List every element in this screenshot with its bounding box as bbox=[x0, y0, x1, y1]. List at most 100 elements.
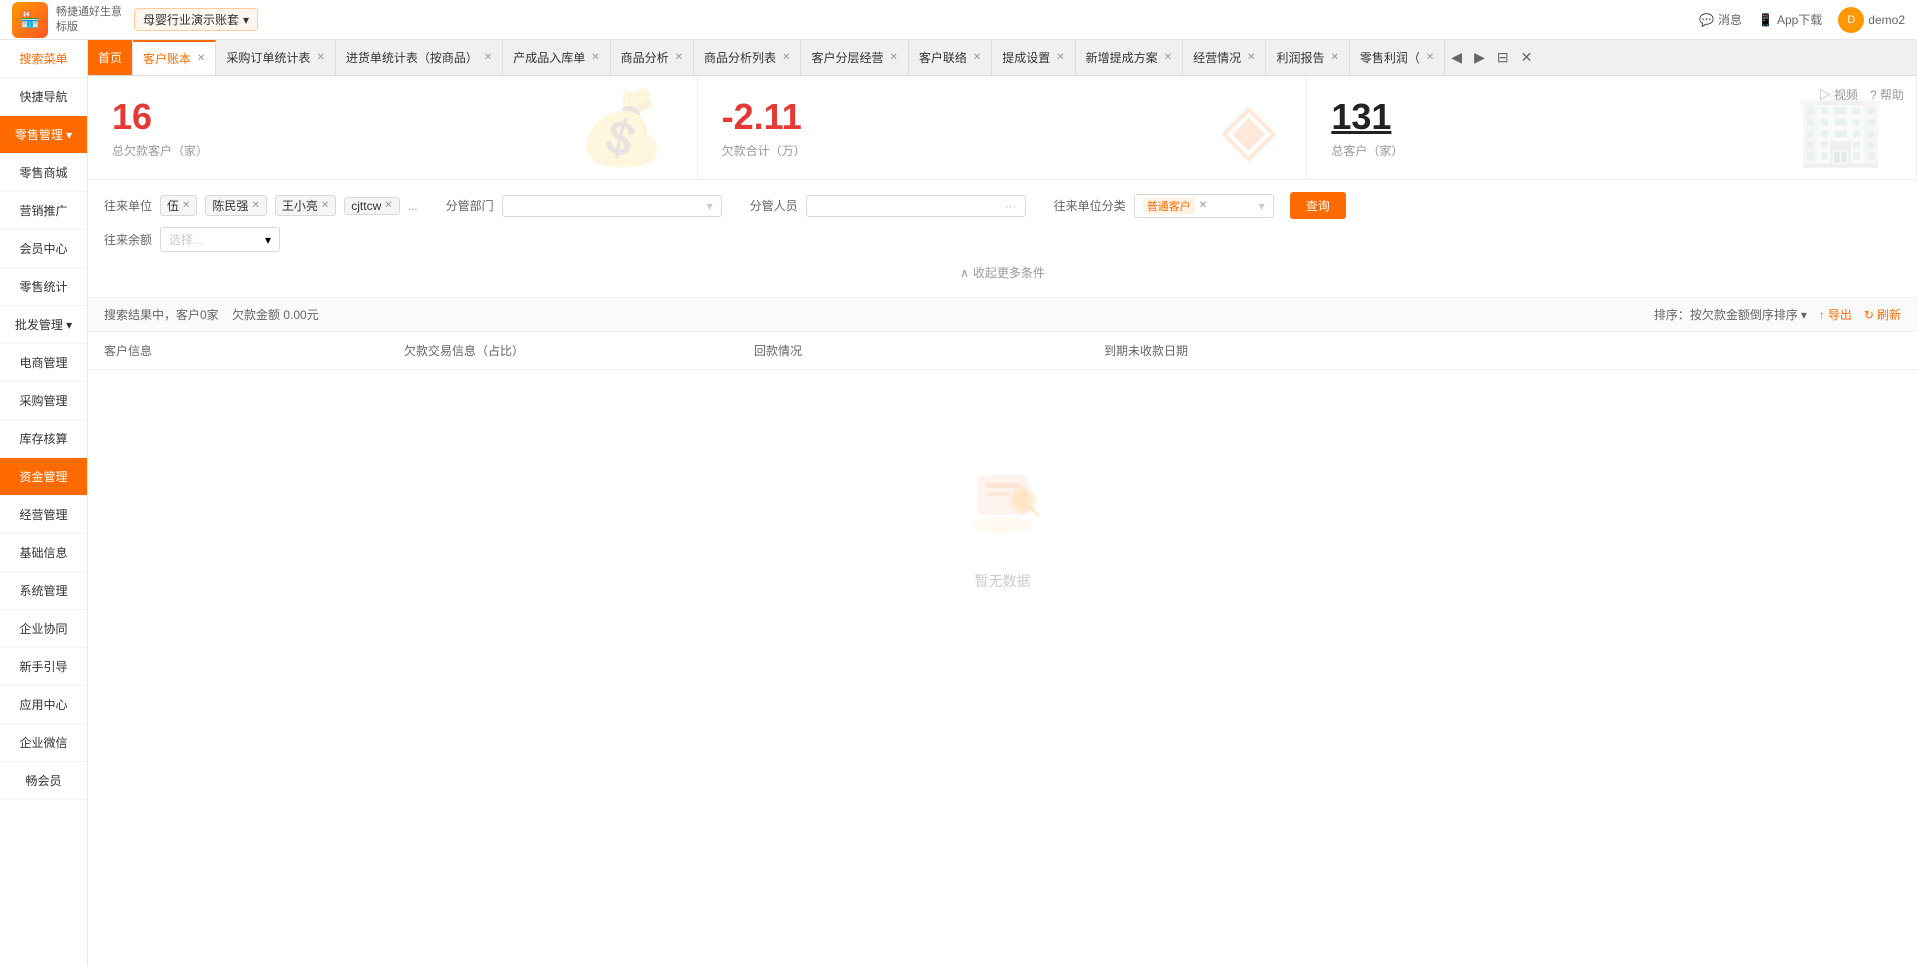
close-tab-purchase-order[interactable]: ✕ bbox=[316, 52, 324, 63]
tab-home[interactable]: 首页 bbox=[88, 40, 133, 76]
right-actions: 排序：按欠款金额倒序排序 ▾ ↑ 导出 ↻ 刷新 bbox=[1654, 306, 1901, 323]
sidebar-item-finance[interactable]: 资金管理 bbox=[0, 458, 87, 496]
filter-tag-cjttcw[interactable]: cjttcw ✕ bbox=[344, 197, 399, 215]
tab-new-commission[interactable]: 新增提成方案 ✕ bbox=[1076, 40, 1183, 76]
empty-icon bbox=[958, 450, 1048, 559]
tabs-menu-btn[interactable]: ⊟ bbox=[1491, 49, 1515, 66]
query-button[interactable]: 查询 bbox=[1290, 192, 1346, 219]
main-layout: 搜索菜单 快捷导航 零售管理 ▾ 零售商城 营销推广 会员中心 零售统计 批发管… bbox=[0, 40, 1917, 966]
sidebar-item-marketing[interactable]: 营销推广 bbox=[0, 192, 87, 230]
sidebar-search[interactable]: 搜索菜单 bbox=[0, 40, 87, 78]
stat-value-total-customers: 131 bbox=[1331, 96, 1403, 138]
remove-tag-chen[interactable]: ✕ bbox=[251, 200, 259, 211]
close-tab-commission[interactable]: ✕ bbox=[1056, 52, 1064, 63]
sidebar-item-basic-info[interactable]: 基础信息 bbox=[0, 534, 87, 572]
tab-product-analysis[interactable]: 商品分析 ✕ bbox=[611, 40, 694, 76]
filter-tag-wu[interactable]: 伍 ✕ bbox=[160, 195, 197, 216]
stat-card-total-customers: 🏢 131 总客户（家） ▷ 视频 ? 帮助 bbox=[1307, 76, 1917, 179]
tab-product-analysis-list[interactable]: 商品分析列表 ✕ bbox=[694, 40, 801, 76]
sidebar-item-enterprise-wechat[interactable]: 企业微信 bbox=[0, 724, 87, 762]
refresh-button[interactable]: ↻ 刷新 bbox=[1864, 306, 1901, 323]
tab-business-situation[interactable]: 经营情况 ✕ bbox=[1183, 40, 1266, 76]
tab-inbound-stats[interactable]: 进货单统计表（按商品） ✕ bbox=[336, 40, 503, 76]
tab-retail-profit[interactable]: 零售利润（ ✕ bbox=[1350, 40, 1445, 76]
remove-tag-cjttcw[interactable]: ✕ bbox=[384, 200, 392, 211]
video-link[interactable]: ▷ 视频 bbox=[1819, 86, 1858, 103]
sidebar-item-system[interactable]: 系统管理 bbox=[0, 572, 87, 610]
tab-purchase-order-stats[interactable]: 采购订单统计表 ✕ bbox=[216, 40, 335, 76]
sidebar-item-enterprise-collab[interactable]: 企业协同 bbox=[0, 610, 87, 648]
sidebar-item-newbie-guide[interactable]: 新手引导 bbox=[0, 648, 87, 686]
empty-state: 暂无数据 bbox=[88, 370, 1917, 671]
close-tab-contact[interactable]: ✕ bbox=[973, 52, 981, 63]
close-tab-inbound-stats[interactable]: ✕ bbox=[484, 52, 492, 63]
help-links: ▷ 视频 ? 帮助 bbox=[1819, 86, 1904, 103]
export-button[interactable]: ↑ 导出 bbox=[1819, 306, 1852, 323]
unit-class-tag: 普通客户 bbox=[1143, 198, 1195, 214]
person-more-dots: ··· bbox=[1005, 199, 1017, 213]
refresh-icon: ↻ bbox=[1864, 308, 1874, 322]
remove-tag-wang[interactable]: ✕ bbox=[321, 200, 329, 211]
results-bar: 搜索结果中，客户0家 欠款金额 0.00元 排序：按欠款金额倒序排序 ▾ ↑ 导… bbox=[88, 298, 1917, 332]
account-selector[interactable]: 母婴行业演示账套 ▾ bbox=[134, 8, 258, 31]
close-tab-business[interactable]: ✕ bbox=[1247, 52, 1255, 63]
close-tab-tier[interactable]: ✕ bbox=[889, 52, 897, 63]
close-tab-customer-ledger[interactable]: ✕ bbox=[197, 53, 205, 64]
tab-production-inbound[interactable]: 产成品入库单 ✕ bbox=[503, 40, 610, 76]
sidebar-item-operations[interactable]: 经营管理 bbox=[0, 496, 87, 534]
close-tab-product-list[interactable]: ✕ bbox=[782, 52, 790, 63]
sidebar-item-retail-mall[interactable]: 零售商城 bbox=[0, 154, 87, 192]
filter-tag-wang[interactable]: 王小亮 ✕ bbox=[275, 195, 336, 216]
tab-commission-settings[interactable]: 提成设置 ✕ bbox=[992, 40, 1075, 76]
sidebar-item-app-center[interactable]: 应用中心 bbox=[0, 686, 87, 724]
remove-unit-class[interactable]: ✕ bbox=[1199, 200, 1207, 211]
sidebar-item-quicknav[interactable]: 快捷导航 bbox=[0, 78, 87, 116]
help-link[interactable]: ? 帮助 bbox=[1870, 86, 1904, 103]
tab-customer-ledger[interactable]: 客户账本 ✕ bbox=[133, 40, 216, 76]
unit-class-label: 往来单位分类 bbox=[1054, 197, 1126, 214]
stat-label-debt-customers: 总欠款客户（家） bbox=[112, 142, 208, 159]
message-button[interactable]: 💬 消息 bbox=[1699, 11, 1742, 28]
search-result-label: 搜索结果中，客户0家 欠款金额 0.00元 bbox=[104, 306, 319, 323]
person-dropdown[interactable]: ··· bbox=[806, 195, 1026, 217]
close-tab-retail-profit[interactable]: ✕ bbox=[1426, 52, 1434, 63]
balance-select[interactable]: 选择... ▾ bbox=[160, 227, 280, 252]
filter-tag-chen[interactable]: 陈民强 ✕ bbox=[205, 195, 266, 216]
sidebar-item-inventory[interactable]: 库存核算 bbox=[0, 420, 87, 458]
close-tab-profit[interactable]: ✕ bbox=[1331, 52, 1339, 63]
sort-button[interactable]: 排序：按欠款金额倒序排序 ▾ bbox=[1654, 306, 1807, 323]
tabs-prev-btn[interactable]: ◀ bbox=[1445, 49, 1468, 66]
sidebar-item-ecommerce[interactable]: 电商管理 bbox=[0, 344, 87, 382]
page-content: 💰 16 总欠款客户（家） ◈ -2.11 欠款合计（万） 🏢 bbox=[88, 76, 1917, 966]
tabs-close-all-btn[interactable]: ✕ bbox=[1515, 49, 1539, 66]
collapse-button[interactable]: ∧ 收起更多条件 bbox=[104, 260, 1901, 285]
sidebar-item-wholesale[interactable]: 批发管理 ▾ bbox=[0, 306, 87, 344]
sidebar-item-retail-management[interactable]: 零售管理 ▾ bbox=[0, 116, 87, 154]
sidebar-item-purchase[interactable]: 采购管理 bbox=[0, 382, 87, 420]
video-icon: ▷ bbox=[1819, 88, 1834, 102]
tab-customer-tier[interactable]: 客户分层经营 ✕ bbox=[801, 40, 908, 76]
tab-customer-contact[interactable]: 客户联络 ✕ bbox=[909, 40, 992, 76]
sidebar-item-chang-member[interactable]: 畅会员 bbox=[0, 762, 87, 800]
stat-icon-1: 💰 bbox=[577, 85, 667, 170]
app-download-button[interactable]: 📱 App下载 bbox=[1758, 11, 1822, 28]
tabs-next-btn[interactable]: ▶ bbox=[1468, 49, 1491, 66]
dept-dropdown[interactable]: ▾ bbox=[502, 195, 722, 217]
close-tab-new-commission[interactable]: ✕ bbox=[1164, 52, 1172, 63]
close-tab-product-analysis[interactable]: ✕ bbox=[675, 52, 683, 63]
sidebar-item-membership[interactable]: 会员中心 bbox=[0, 230, 87, 268]
sidebar-item-retail-stats[interactable]: 零售统计 bbox=[0, 268, 87, 306]
stat-value-debt-total: -2.11 bbox=[722, 96, 806, 138]
close-tab-production[interactable]: ✕ bbox=[591, 52, 599, 63]
filter-more-tags[interactable]: ... bbox=[408, 199, 418, 213]
col-header-debt: 欠款交易信息（占比） bbox=[404, 342, 754, 359]
balance-arrow: ▾ bbox=[265, 233, 271, 247]
remove-tag-wu[interactable]: ✕ bbox=[182, 200, 190, 211]
user-menu[interactable]: D demo2 bbox=[1838, 7, 1905, 33]
stat-card-debt-customers: 💰 16 总欠款客户（家） bbox=[88, 76, 698, 179]
stat-icon-2: ◈ bbox=[1221, 86, 1276, 170]
top-right: 💬 消息 📱 App下载 D demo2 bbox=[1699, 7, 1905, 33]
tab-profit-report[interactable]: 利润报告 ✕ bbox=[1266, 40, 1349, 76]
stat-group-2: -2.11 欠款合计（万） bbox=[722, 96, 806, 159]
unit-class-dropdown[interactable]: 普通客户 ✕ ▾ bbox=[1134, 194, 1274, 218]
